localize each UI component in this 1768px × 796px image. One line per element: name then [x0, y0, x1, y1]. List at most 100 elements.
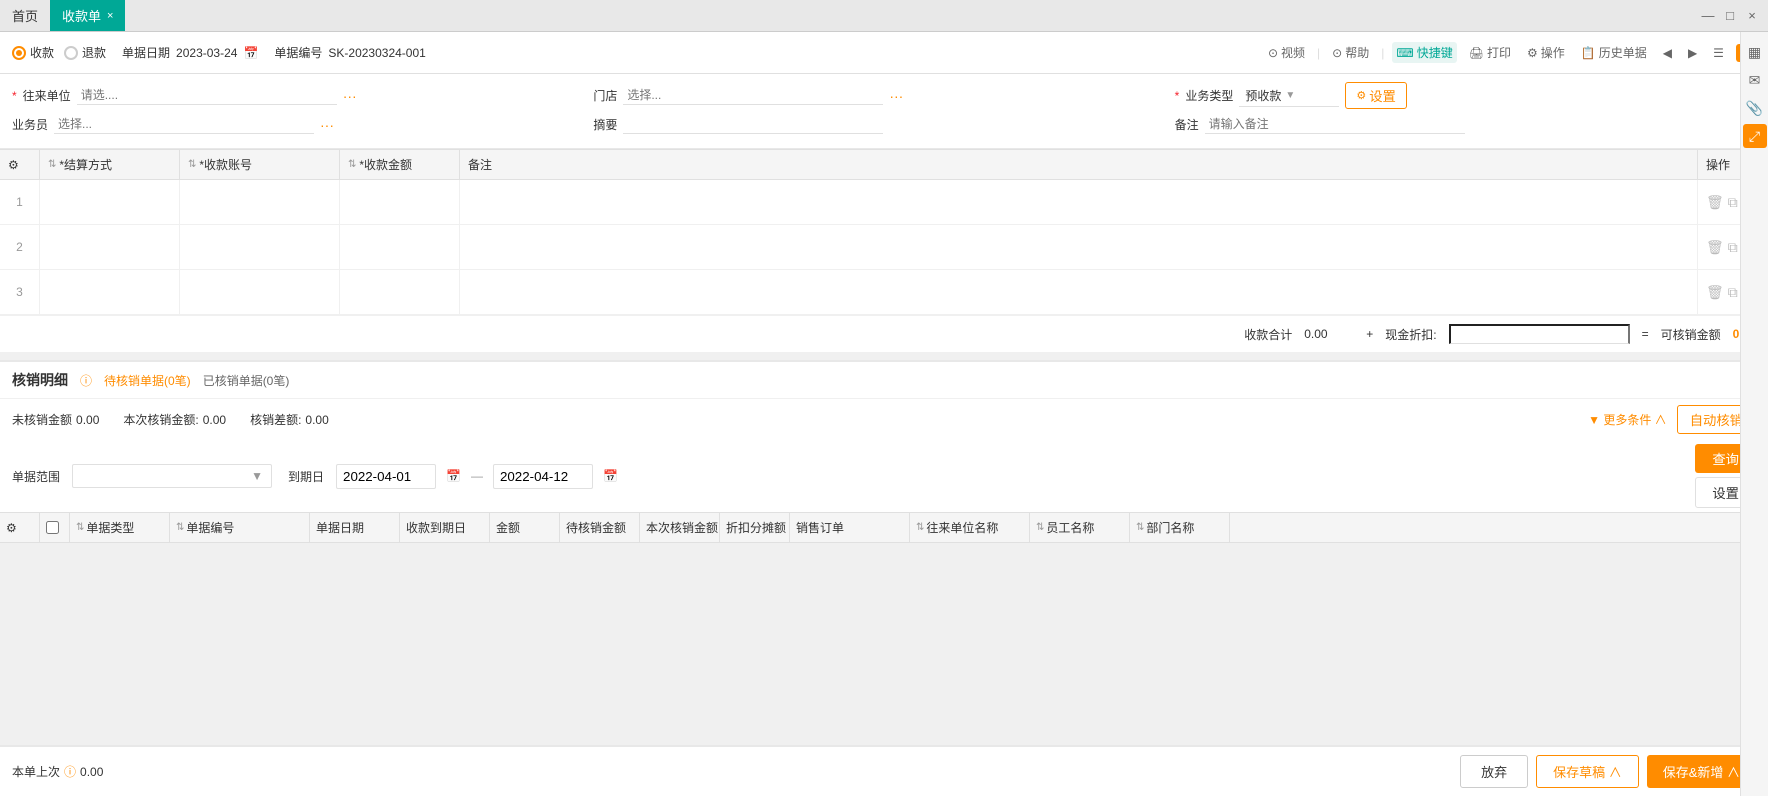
save-draft-button[interactable]: 保存草稿 ∧: [1536, 755, 1639, 788]
diff-label: 核销差额:: [250, 411, 301, 428]
td-account-3[interactable]: [180, 270, 340, 314]
minimize-button[interactable]: —: [1700, 8, 1716, 24]
date-field-group: 单据日期 2023-03-24 📅: [122, 44, 258, 61]
date-to-input[interactable]: [493, 464, 593, 489]
calendar-to-icon[interactable]: 📅: [603, 469, 618, 483]
verification-section: 核销明细 ⓘ 待核销单据(0笔) 已核销单据(0笔) 未核销金额 0.00 本次…: [0, 360, 1768, 543]
tab-receipt[interactable]: 收款单 ×: [50, 0, 125, 31]
salesperson-input[interactable]: [54, 115, 314, 134]
footer-info-icon[interactable]: ⓘ: [64, 763, 76, 780]
history-btn[interactable]: 📋 历史单据: [1577, 42, 1651, 63]
td-account-1[interactable]: [180, 180, 340, 224]
equals-sign: =: [1642, 327, 1649, 341]
nav-right-btn[interactable]: ▶: [1684, 44, 1701, 62]
discount-input[interactable]: [1449, 324, 1630, 344]
radio-receipt-dot: [12, 46, 26, 60]
td-payment-2[interactable]: [40, 225, 180, 269]
th-actions-label: 操作: [1706, 156, 1730, 173]
td-amount-1[interactable]: [340, 180, 460, 224]
tab-receipt-close[interactable]: ×: [107, 10, 113, 22]
sidebar-attachment-icon[interactable]: 📎: [1743, 96, 1767, 120]
td-note-2[interactable]: [460, 225, 1698, 269]
copy-row-3-icon[interactable]: ⧉: [1728, 284, 1738, 301]
td-note-1[interactable]: [460, 180, 1698, 224]
due-date-field: 到期日 📅 — 📅: [288, 464, 618, 489]
business-type-value: 预收款: [1245, 87, 1281, 104]
td-account-2[interactable]: [180, 225, 340, 269]
plus-sign: +: [1366, 327, 1373, 341]
th-amount-label: *收款金额: [359, 156, 412, 173]
td-payment-1[interactable]: [40, 180, 180, 224]
bth-settings[interactable]: ⚙: [0, 513, 40, 542]
pending-tab[interactable]: 待核销单据(0笔): [104, 372, 191, 389]
calendar-from-icon[interactable]: 📅: [446, 469, 461, 483]
td-index-1: 1: [0, 180, 40, 224]
video-btn[interactable]: ⊙ 视频: [1264, 42, 1309, 63]
info-icon[interactable]: ⓘ: [80, 372, 92, 389]
footer-info: 本单上次 ⓘ 0.00: [12, 763, 103, 780]
verification-title: 核销明细: [12, 370, 68, 390]
th-settings[interactable]: ⚙: [0, 150, 40, 179]
print-label: 打印: [1487, 44, 1511, 61]
radio-refund[interactable]: 退款: [64, 44, 106, 61]
note-input[interactable]: [1205, 115, 1465, 134]
salesperson-more-btn[interactable]: ···: [320, 117, 334, 133]
settings-button[interactable]: ⚙ 设置: [1345, 82, 1407, 109]
nav-left-btn[interactable]: ◀: [1659, 44, 1676, 62]
delete-row-2-icon[interactable]: 🗑: [1706, 239, 1724, 256]
td-index-3: 3: [0, 270, 40, 314]
close-button[interactable]: ×: [1744, 8, 1760, 24]
completed-tab[interactable]: 已核销单据(0笔): [203, 372, 290, 389]
operation-btn[interactable]: ⚙ 操作: [1523, 42, 1569, 63]
date-value[interactable]: 2023-03-24: [176, 46, 237, 60]
print-icon: 🖨: [1469, 46, 1484, 60]
number-value[interactable]: SK-20230324-001: [328, 46, 425, 60]
footer: 本单上次 ⓘ 0.00 放弃 保存草稿 ∧ 保存&新增 ∧: [0, 745, 1768, 796]
tab-home[interactable]: 首页: [0, 0, 50, 31]
bth-checkbox[interactable]: [40, 513, 70, 542]
select-all-checkbox[interactable]: [46, 521, 59, 534]
store-more-btn[interactable]: ···: [889, 88, 903, 104]
copy-row-1-icon[interactable]: ⧉: [1728, 194, 1738, 211]
sidebar-table-icon[interactable]: ▦: [1743, 40, 1767, 64]
discard-button[interactable]: 放弃: [1460, 755, 1528, 788]
bth-amount: 金额: [490, 513, 560, 542]
range-dropdown[interactable]: ▼: [72, 464, 272, 488]
help-btn[interactable]: ⊙ 帮助: [1328, 42, 1373, 63]
summary-field: 摘要: [593, 115, 1174, 134]
radio-receipt-label: 收款: [30, 44, 54, 61]
calendar-icon[interactable]: 📅: [243, 46, 258, 60]
shortcut-btn[interactable]: ⌨ 快捷键: [1392, 42, 1456, 63]
more-conditions-btn[interactable]: ▼ 更多条件 ∧: [1588, 411, 1667, 428]
td-note-3[interactable]: [460, 270, 1698, 314]
radio-receipt[interactable]: 收款: [12, 44, 54, 61]
sidebar-mail-icon[interactable]: ✉: [1743, 68, 1767, 92]
receipt-table: ⚙ ⇅ *结算方式 ⇅ *收款账号 ⇅ *收款金额 备注 操作 1 🗑 ⧉: [0, 149, 1768, 315]
delete-row-3-icon[interactable]: 🗑: [1706, 284, 1724, 301]
maximize-button[interactable]: □: [1722, 8, 1738, 24]
business-type-dropdown[interactable]: 预收款 ▼: [1239, 85, 1339, 107]
tab-receipt-label: 收款单: [62, 6, 101, 25]
filter-settings-label: 设置: [1712, 486, 1739, 501]
range-label: 单据范围: [12, 468, 60, 485]
settings-label: 设置: [1369, 86, 1396, 105]
unverified-value: 0.00: [76, 413, 99, 427]
bth-number-label: 单据编号: [186, 519, 234, 536]
receipt-refund-toggle: 收款 退款: [12, 44, 106, 61]
summary-input[interactable]: [623, 115, 883, 134]
store-input[interactable]: [623, 86, 883, 105]
td-amount-2[interactable]: [340, 225, 460, 269]
copy-row-2-icon[interactable]: ⧉: [1728, 239, 1738, 256]
row-actions-1: 🗑 ⧉: [1706, 194, 1738, 211]
counterpart-input[interactable]: [77, 86, 337, 105]
td-payment-3[interactable]: [40, 270, 180, 314]
bth-amount-label: 金额: [496, 519, 520, 536]
td-amount-3[interactable]: [340, 270, 460, 314]
delete-row-1-icon[interactable]: 🗑: [1706, 194, 1724, 211]
print-btn[interactable]: 🖨 打印: [1465, 42, 1515, 63]
counterpart-more-btn[interactable]: ···: [343, 88, 357, 104]
bth-date: 单据日期: [310, 513, 400, 542]
sidebar-expand-icon[interactable]: ⤢: [1743, 124, 1767, 148]
date-from-input[interactable]: [336, 464, 436, 489]
view-list-btn[interactable]: ☰: [1709, 44, 1728, 62]
